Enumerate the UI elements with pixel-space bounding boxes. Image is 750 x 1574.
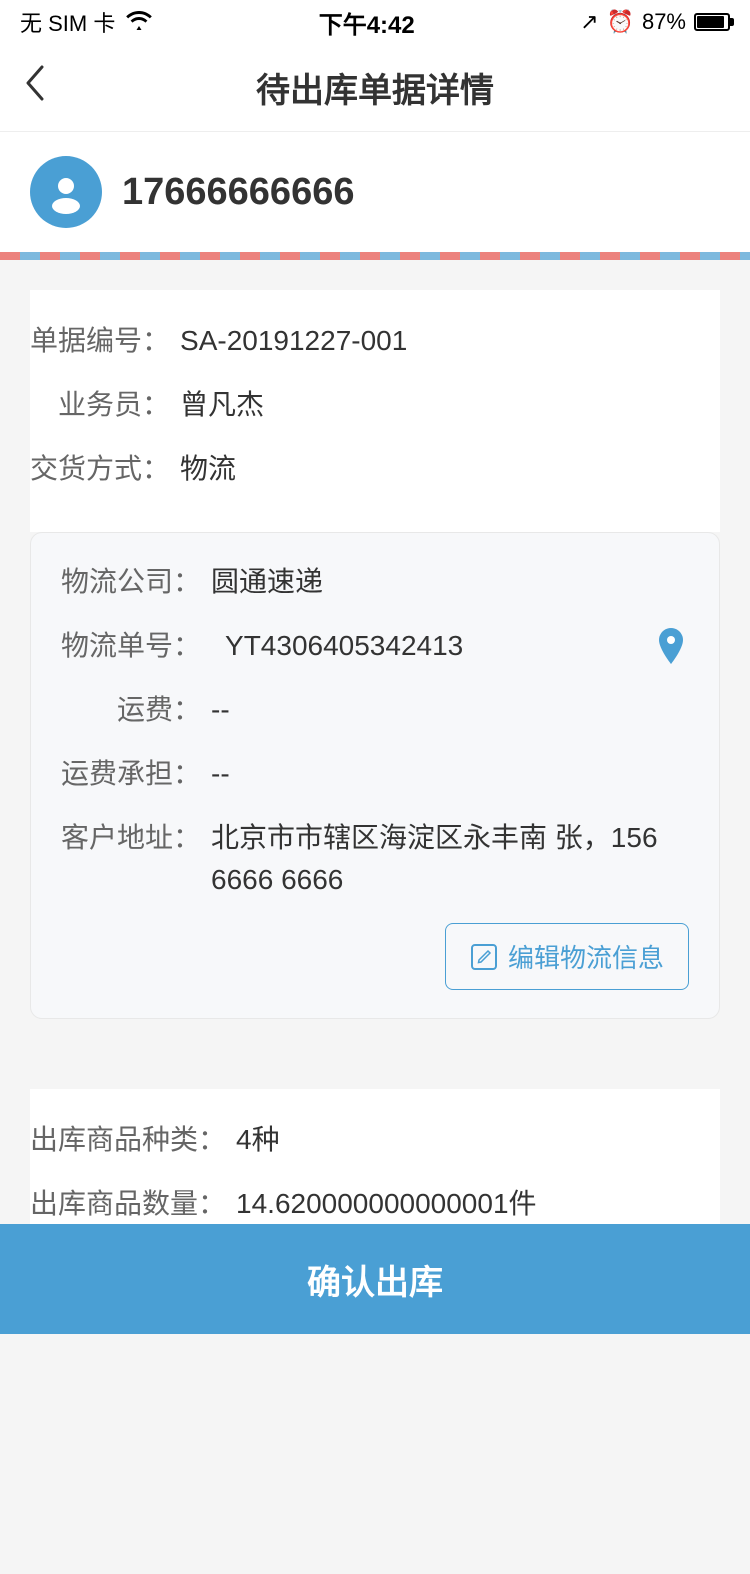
delivery-row: 交货方式： 物流 (30, 448, 720, 490)
battery-icon (694, 13, 730, 31)
edit-icon (470, 943, 498, 971)
confirm-button[interactable]: 确认出库 (0, 1224, 750, 1334)
document-row: 单据编号： SA-20191227-001 (30, 320, 720, 362)
freight-row: 运费： -- (61, 689, 689, 731)
goods-type-row: 出库商品种类： 4种 (30, 1119, 720, 1161)
freight-bear-label: 运费承担： (61, 753, 201, 795)
goods-quantity-value: 14.620000000000001件 (236, 1183, 720, 1225)
user-phone: 17666666666 (122, 171, 354, 214)
goods-type-label: 出库商品种类： (30, 1119, 226, 1161)
decorative-divider (0, 252, 750, 260)
nav-bar: 待出库单据详情 (0, 44, 750, 132)
delivery-value: 物流 (180, 448, 720, 490)
salesperson-value: 曾凡杰 (180, 384, 720, 426)
section-gap (0, 1039, 750, 1059)
edit-button-container: 编辑物流信息 (61, 923, 689, 990)
location-icon: ↗ (580, 9, 598, 35)
back-button[interactable] (24, 65, 46, 110)
location-pin-icon[interactable] (653, 628, 689, 664)
confirm-button-label: 确认出库 (307, 1255, 443, 1304)
user-header: 17666666666 (0, 132, 750, 252)
salesperson-row: 业务员： 曾凡杰 (30, 384, 720, 426)
tracking-value: YT4306405342413 (225, 625, 639, 667)
freight-bear-value: -- (211, 753, 689, 795)
content-area: 单据编号： SA-20191227-001 业务员： 曾凡杰 交货方式： 物流 … (0, 260, 750, 1019)
freight-value: -- (211, 689, 689, 731)
goods-quantity-label: 出库商品数量： (30, 1183, 226, 1225)
address-row: 客户地址： 北京市市辖区海淀区永丰南 张，156 6666 6666 (61, 817, 689, 901)
logistics-company-row: 物流公司： 圆通速递 (61, 561, 689, 603)
goods-type-value: 4种 (236, 1119, 720, 1161)
basic-info-section: 单据编号： SA-20191227-001 业务员： 曾凡杰 交货方式： 物流 (30, 290, 720, 532)
salesperson-label: 业务员： (30, 384, 170, 426)
edit-logistics-label: 编辑物流信息 (508, 938, 664, 975)
goods-quantity-row: 出库商品数量： 14.620000000000001件 (30, 1183, 720, 1225)
status-bar: 无 SIM 卡 下午4:42 ↗ ⏰ 87% (0, 0, 750, 44)
tracking-label: 物流单号： (61, 625, 201, 667)
status-left: 无 SIM 卡 (20, 6, 153, 38)
address-value: 北京市市辖区海淀区永丰南 张，156 6666 6666 (211, 817, 689, 901)
delivery-label: 交货方式： (30, 448, 170, 490)
logistics-card: 物流公司： 圆通速递 物流单号： YT4306405342413 运费： -- … (30, 532, 720, 1019)
address-label: 客户地址： (61, 817, 201, 859)
avatar (30, 156, 102, 228)
document-label: 单据编号： (30, 320, 170, 362)
bottom-spacer (0, 1354, 750, 1574)
alarm-icon: ⏰ (607, 9, 634, 35)
logistics-company-value: 圆通速递 (211, 561, 689, 603)
document-value: SA-20191227-001 (180, 320, 720, 362)
logistics-company-label: 物流公司： (61, 561, 201, 603)
tracking-row: 物流单号： YT4306405342413 (61, 625, 689, 667)
carrier-label: 无 SIM 卡 (20, 6, 115, 38)
page-title: 待出库单据详情 (256, 63, 494, 112)
battery-percent: 87% (642, 9, 686, 35)
status-time: 下午4:42 (319, 5, 415, 40)
freight-label: 运费： (61, 689, 201, 731)
status-right: ↗ ⏰ 87% (580, 9, 730, 35)
edit-logistics-button[interactable]: 编辑物流信息 (445, 923, 689, 990)
wifi-icon (125, 8, 153, 36)
freight-bear-row: 运费承担： -- (61, 753, 689, 795)
avatar-icon (44, 170, 88, 214)
